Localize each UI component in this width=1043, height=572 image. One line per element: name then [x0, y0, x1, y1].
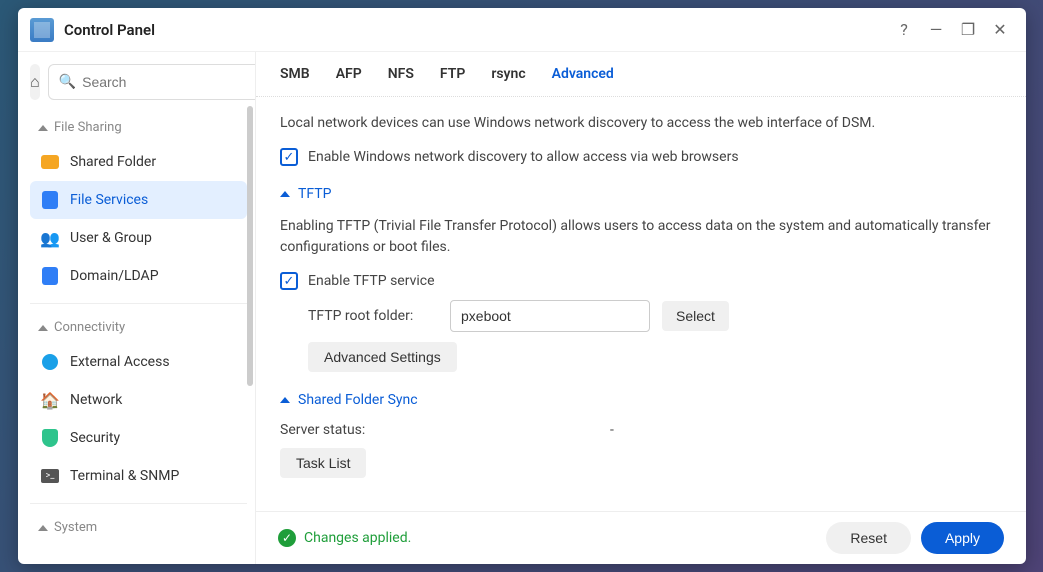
section-title: TFTP	[298, 186, 331, 202]
footer-status: ✓ Changes applied.	[278, 529, 816, 547]
footer: ✓ Changes applied. Reset Apply	[256, 511, 1026, 564]
search-icon: 🔍	[59, 74, 76, 90]
sidebar-group-file-sharing[interactable]: File Sharing	[30, 112, 247, 143]
divider	[30, 303, 247, 304]
tab-rsync[interactable]: rsync	[491, 66, 525, 84]
sidebar-scrollbar[interactable]	[247, 106, 253, 386]
discovery-checkbox-row[interactable]: ✓ Enable Windows network discovery to al…	[280, 148, 1002, 166]
discovery-description: Local network devices can use Windows ne…	[280, 113, 1002, 134]
tab-nfs[interactable]: NFS	[388, 66, 414, 84]
reset-button[interactable]: Reset	[826, 522, 911, 554]
sidebar-group-label: System	[54, 520, 97, 535]
sidebar-group-label: Connectivity	[54, 320, 125, 335]
tftp-description: Enabling TFTP (Trivial File Transfer Pro…	[280, 216, 1002, 258]
sidebar-group-connectivity[interactable]: Connectivity	[30, 312, 247, 343]
minimize-button[interactable]: —	[922, 16, 950, 44]
search-input[interactable]	[82, 74, 256, 90]
sidebar-item-user-group[interactable]: 👥 User & Group	[30, 219, 247, 257]
sidebar-item-security[interactable]: Security	[30, 419, 247, 457]
task-list-button[interactable]: Task List	[280, 448, 366, 478]
chevron-up-icon	[38, 525, 48, 531]
sidebar-group-label: File Sharing	[54, 120, 122, 135]
main: SMB AFP NFS FTP rsync Advanced Local net…	[256, 52, 1026, 564]
checkbox-checked-icon[interactable]: ✓	[280, 272, 298, 290]
tab-ftp[interactable]: FTP	[440, 66, 465, 84]
apply-button[interactable]: Apply	[921, 522, 1004, 554]
sidebar-item-terminal-snmp[interactable]: >_ Terminal & SNMP	[30, 457, 247, 495]
sidebar-item-label: File Services	[70, 192, 148, 208]
sidebar-item-file-services[interactable]: File Services	[30, 181, 247, 219]
chevron-up-icon	[280, 397, 290, 403]
tftp-root-input[interactable]	[450, 300, 650, 332]
sidebar-item-shared-folder[interactable]: Shared Folder	[30, 143, 247, 181]
sidebar-group-system[interactable]: System	[30, 512, 247, 543]
sidebar-item-network[interactable]: 🏠 Network	[30, 381, 247, 419]
tab-smb[interactable]: SMB	[280, 66, 310, 84]
sidebar-item-label: External Access	[70, 354, 170, 370]
advanced-settings-button[interactable]: Advanced Settings	[308, 342, 457, 372]
close-button[interactable]: ✕	[986, 16, 1014, 44]
section-title: Shared Folder Sync	[298, 392, 418, 408]
select-button[interactable]: Select	[662, 301, 729, 331]
checkbox-label: Enable TFTP service	[308, 273, 435, 289]
home-icon: ⌂	[30, 72, 40, 92]
chevron-up-icon	[280, 191, 290, 197]
sidebar-item-label: Security	[70, 430, 120, 446]
sidebar-item-domain-ldap[interactable]: Domain/LDAP	[30, 257, 247, 295]
help-button[interactable]: ?	[890, 16, 918, 44]
app-icon	[30, 18, 54, 42]
divider	[30, 503, 247, 504]
chevron-up-icon	[38, 125, 48, 131]
domain-icon	[40, 266, 60, 286]
sidebar-item-label: Domain/LDAP	[70, 268, 159, 284]
sidebar-item-label: Shared Folder	[70, 154, 156, 170]
body: ⌂ 🔍 File Sharing Shared Folder File Serv…	[18, 52, 1026, 564]
search-input-wrap[interactable]: 🔍	[48, 64, 256, 100]
tabs: SMB AFP NFS FTP rsync Advanced	[256, 52, 1026, 97]
tftp-checkbox-row[interactable]: ✓ Enable TFTP service	[280, 272, 1002, 290]
tftp-root-label: TFTP root folder:	[308, 308, 438, 324]
external-icon	[40, 352, 60, 372]
chevron-up-icon	[38, 325, 48, 331]
network-icon: 🏠	[40, 390, 60, 410]
sidebar-item-label: Terminal & SNMP	[70, 468, 179, 484]
content: Local network devices can use Windows ne…	[256, 97, 1026, 511]
server-status-value: -	[610, 422, 614, 438]
sidebar: ⌂ 🔍 File Sharing Shared Folder File Serv…	[18, 52, 256, 564]
checkbox-label: Enable Windows network discovery to allo…	[308, 149, 739, 165]
control-panel-window: Control Panel ? — ❐ ✕ ⌂ 🔍 File Sharing	[18, 8, 1026, 564]
terminal-icon: >_	[40, 466, 60, 486]
sidebar-item-label: Network	[70, 392, 122, 408]
section-tftp[interactable]: TFTP	[280, 186, 1002, 202]
server-status-label: Server status:	[280, 422, 570, 438]
tab-afp[interactable]: AFP	[336, 66, 362, 84]
sidebar-item-label: User & Group	[70, 230, 152, 246]
home-button[interactable]: ⌂	[30, 64, 40, 100]
tab-advanced[interactable]: Advanced	[552, 66, 614, 84]
folder-icon	[40, 152, 60, 172]
section-shared-folder-sync[interactable]: Shared Folder Sync	[280, 392, 1002, 408]
user-icon: 👥	[40, 228, 60, 248]
success-icon: ✓	[278, 529, 296, 547]
shield-icon	[40, 428, 60, 448]
checkbox-checked-icon[interactable]: ✓	[280, 148, 298, 166]
titlebar: Control Panel ? — ❐ ✕	[18, 8, 1026, 52]
window-title: Control Panel	[64, 21, 886, 39]
sidebar-item-external-access[interactable]: External Access	[30, 343, 247, 381]
footer-status-text: Changes applied.	[304, 530, 411, 546]
maximize-button[interactable]: ❐	[954, 16, 982, 44]
file-icon	[40, 190, 60, 210]
